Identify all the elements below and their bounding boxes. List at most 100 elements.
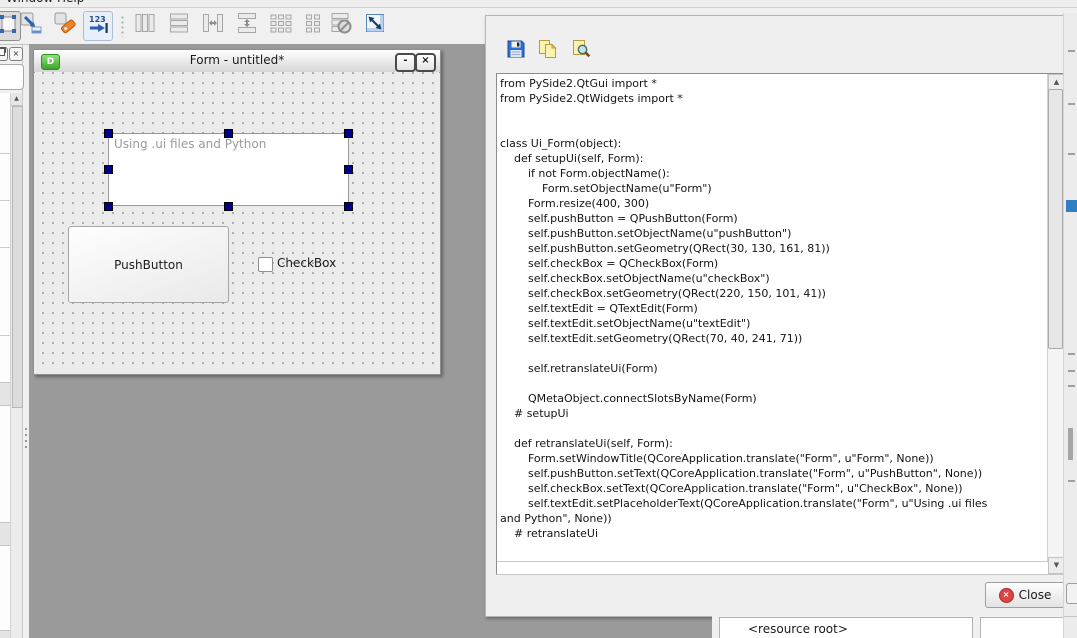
- layout-horizontally-button[interactable]: [165, 11, 193, 39]
- menubar-item-window[interactable]: Window: [6, 0, 53, 5]
- code-line: self.textEdit.setObjectName(u"textEdit"): [500, 316, 1045, 331]
- edge-tick: [1068, 353, 1075, 355]
- code-line: self.pushButton.setObjectName(u"pushButt…: [500, 226, 1045, 241]
- form-window-title: Form - untitled*: [34, 53, 440, 67]
- code-line: [500, 106, 1045, 121]
- edit-tab-order-button[interactable]: 123: [83, 11, 113, 41]
- close-icon: ×: [999, 588, 1014, 603]
- form-titlebar[interactable]: D Form - untitled* - ×: [34, 50, 440, 73]
- selection-handle[interactable]: [104, 202, 113, 211]
- list-separator: [0, 153, 10, 154]
- find-button[interactable]: [568, 38, 594, 64]
- selection-handle[interactable]: [104, 165, 113, 174]
- close-button-label: Close: [1019, 588, 1052, 602]
- code-preview-dialog: from PySide2.QtGui import *from PySide2.…: [485, 15, 1065, 617]
- partial-button[interactable]: [1066, 583, 1077, 604]
- resource-detail-panel[interactable]: [980, 617, 1074, 638]
- selection-handle[interactable]: [344, 202, 353, 211]
- widget-filter-input[interactable]: [0, 64, 24, 90]
- code-line: self.pushButton.setText(QCoreApplication…: [500, 466, 1045, 481]
- form-minimize-button[interactable]: -: [395, 53, 416, 72]
- code-line: Form.setWindowTitle(QCoreApplication.tra…: [500, 451, 1045, 466]
- layout-grid-button[interactable]: [267, 11, 295, 39]
- list-category-row[interactable]: [0, 522, 10, 546]
- edit-tab-order-icon: 123: [87, 13, 109, 39]
- layout-form-button[interactable]: [299, 11, 327, 39]
- dock-scrollbar[interactable]: ▲: [10, 93, 22, 638]
- break-layout-button[interactable]: [327, 11, 355, 39]
- code-line: [500, 346, 1045, 361]
- selection-handle[interactable]: [344, 165, 353, 174]
- scroll-down-button[interactable]: ▼: [1048, 557, 1064, 574]
- code-line: from PySide2.QtWidgets import *: [500, 91, 1045, 106]
- dock-float-button[interactable]: [0, 47, 8, 61]
- code-text-area[interactable]: from PySide2.QtGui import *from PySide2.…: [496, 73, 1064, 575]
- code-line: # retranslateUi: [500, 526, 1045, 541]
- edit-signals-slots-button[interactable]: [17, 11, 45, 39]
- edge-scrollbar-thumb[interactable]: [1068, 428, 1073, 460]
- edit-signals-slots-icon: [20, 12, 42, 38]
- scrollbar-thumb[interactable]: [12, 106, 23, 408]
- layout-vertical-splitter-button[interactable]: [233, 11, 261, 39]
- splitter-handle[interactable]: [25, 426, 27, 452]
- code-line: if not Form.objectName():: [500, 166, 1045, 181]
- toolbar-separator: [121, 15, 124, 37]
- code-line: [500, 421, 1045, 436]
- scroll-up-button[interactable]: ▲: [11, 93, 22, 106]
- code-line: Form.resize(400, 300): [500, 196, 1045, 211]
- code-line: from PySide2.QtGui import *: [500, 76, 1045, 91]
- code-line: self.pushButton.setGeometry(QRect(30, 13…: [500, 241, 1045, 256]
- code-line: Form.setObjectName(u"Form"): [500, 181, 1045, 196]
- code-line: class Ui_Form(object):: [500, 136, 1045, 151]
- code-line: [500, 376, 1045, 391]
- widgetbox-list[interactable]: [0, 93, 10, 638]
- dock-close-button[interactable]: ×: [9, 47, 23, 61]
- edge-tick: [1068, 50, 1075, 52]
- layout-vertical-splitter-icon: [236, 12, 258, 38]
- selection-handle[interactable]: [104, 129, 113, 138]
- save-icon: [505, 38, 527, 64]
- save-button[interactable]: [503, 38, 529, 64]
- resource-root-label: <resource root>: [748, 622, 848, 636]
- edge-divider: [1064, 616, 1077, 617]
- edge-tick: [1068, 385, 1075, 387]
- adjust-size-button[interactable]: [361, 11, 389, 39]
- list-category-row[interactable]: [0, 630, 10, 638]
- close-button[interactable]: × Close: [985, 582, 1065, 608]
- checkbox-box[interactable]: [258, 257, 273, 272]
- edge-tick: [1068, 480, 1075, 482]
- list-category-row[interactable]: [0, 382, 10, 406]
- layout-grid-icon: [270, 12, 292, 38]
- layout-vertically-button[interactable]: [131, 11, 159, 39]
- code-line: self.textEdit.setGeometry(QRect(70, 40, …: [500, 331, 1045, 346]
- close-icon: ×: [13, 49, 20, 58]
- layout-horizontal-splitter-button[interactable]: [199, 11, 227, 39]
- down-arrow-icon: ▼: [1054, 561, 1059, 569]
- selection-handle[interactable]: [224, 129, 233, 138]
- scrollbar-thumb[interactable]: [1048, 89, 1063, 349]
- code-horizontal-scrollbar[interactable]: [497, 561, 1048, 574]
- form-canvas[interactable]: Using .ui files and Python PushButton Ch…: [35, 72, 439, 372]
- code-line: self.checkBox = QCheckBox(Form): [500, 256, 1045, 271]
- menubar-item-help[interactable]: Help: [57, 0, 84, 5]
- selection-handle[interactable]: [224, 202, 233, 211]
- pushbutton-widget[interactable]: PushButton: [68, 226, 229, 303]
- break-layout-icon: [330, 12, 352, 38]
- selection-handle[interactable]: [344, 129, 353, 138]
- code-line: self.checkBox.setObjectName(u"checkBox"): [500, 271, 1045, 286]
- resource-browser-strip: <resource root>: [712, 615, 1077, 638]
- code-line: self.checkBox.setGeometry(QRect(220, 150…: [500, 286, 1045, 301]
- textedit-widget[interactable]: Using .ui files and Python: [108, 133, 349, 206]
- form-close-button[interactable]: ×: [415, 53, 436, 72]
- resource-tree-panel[interactable]: <resource root>: [719, 617, 973, 638]
- checkbox-label: CheckBox: [277, 256, 336, 270]
- layout-horizontal-splitter-icon: [202, 12, 224, 38]
- code-line: self.textEdit.setPlaceholderText(QCoreAp…: [500, 496, 1045, 511]
- code-vertical-scrollbar[interactable]: ▲ ▼: [1047, 74, 1063, 574]
- edit-buddies-button[interactable]: [51, 11, 79, 39]
- edit-buddies-icon: [54, 12, 76, 38]
- copy-icon: [537, 38, 559, 64]
- copy-button[interactable]: [535, 38, 561, 64]
- find-icon: [570, 38, 592, 64]
- edge-highlight-tick: [1066, 200, 1077, 212]
